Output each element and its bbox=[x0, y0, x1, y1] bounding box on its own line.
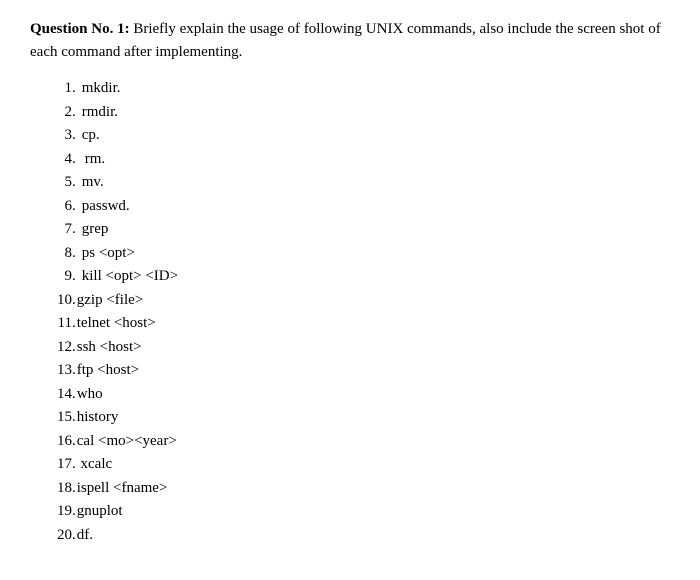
list-item: 7.grep bbox=[52, 218, 670, 241]
list-item: 14.who bbox=[52, 383, 670, 406]
list-item: 4.rm. bbox=[52, 148, 670, 171]
command-text: xcalc bbox=[76, 456, 112, 472]
item-number: 2 bbox=[52, 101, 72, 124]
list-item: 13.ftp <host> bbox=[52, 359, 670, 382]
list-item: 19.gnuplot bbox=[52, 500, 670, 523]
command-text: df. bbox=[76, 527, 93, 543]
command-list: 1.mkdir.2.rmdir.3.cp.4.rm.5.mv.6.passwd.… bbox=[30, 77, 670, 546]
command-text: telnet <host> bbox=[76, 315, 156, 331]
list-item: 3.cp. bbox=[52, 124, 670, 147]
list-item: 2.rmdir. bbox=[52, 101, 670, 124]
command-text: ssh <host> bbox=[76, 339, 142, 355]
item-number: 16 bbox=[52, 430, 72, 453]
command-text: gnuplot bbox=[76, 503, 123, 519]
command-text: ps <opt> bbox=[76, 245, 135, 261]
item-number: 11 bbox=[52, 312, 72, 335]
command-text: kill <opt> <ID> bbox=[76, 268, 178, 284]
item-number: 7 bbox=[52, 218, 72, 241]
item-number: 12 bbox=[52, 336, 72, 359]
command-text: rmdir. bbox=[76, 104, 118, 120]
list-item: 16.cal <mo><year> bbox=[52, 430, 670, 453]
list-item: 11.telnet <host> bbox=[52, 312, 670, 335]
item-number: 6 bbox=[52, 195, 72, 218]
item-number: 10 bbox=[52, 289, 72, 312]
command-text: who bbox=[76, 386, 103, 402]
item-number: 19 bbox=[52, 500, 72, 523]
command-text: history bbox=[76, 409, 119, 425]
item-number: 1 bbox=[52, 77, 72, 100]
question-heading: Question No. 1: Briefly explain the usag… bbox=[30, 18, 670, 63]
item-number: 17 bbox=[52, 453, 72, 476]
list-item: 1.mkdir. bbox=[52, 77, 670, 100]
command-text: gzip <file> bbox=[76, 292, 143, 308]
item-number: 18 bbox=[52, 477, 72, 500]
command-text: mkdir. bbox=[76, 80, 121, 96]
item-number: 13 bbox=[52, 359, 72, 382]
command-text: ispell <fname> bbox=[76, 480, 168, 496]
command-text: cp. bbox=[76, 127, 100, 143]
item-number: 14 bbox=[52, 383, 72, 406]
item-number: 3 bbox=[52, 124, 72, 147]
list-item: 20.df. bbox=[52, 524, 670, 547]
list-item: 18.ispell <fname> bbox=[52, 477, 670, 500]
item-number: 4 bbox=[52, 148, 72, 171]
item-number: 15 bbox=[52, 406, 72, 429]
list-item: 17. xcalc bbox=[52, 453, 670, 476]
command-text: ftp <host> bbox=[76, 362, 139, 378]
item-number: 8 bbox=[52, 242, 72, 265]
command-text: cal <mo><year> bbox=[76, 433, 177, 449]
list-item: 12.ssh <host> bbox=[52, 336, 670, 359]
command-text: grep bbox=[76, 221, 109, 237]
list-item: 9.kill <opt> <ID> bbox=[52, 265, 670, 288]
list-item: 15.history bbox=[52, 406, 670, 429]
list-item: 10.gzip <file> bbox=[52, 289, 670, 312]
item-number: 20 bbox=[52, 524, 72, 547]
question-label: Question No. 1: bbox=[30, 21, 130, 37]
list-item: 8.ps <opt> bbox=[52, 242, 670, 265]
item-number: 9 bbox=[52, 265, 72, 288]
command-text: passwd. bbox=[76, 198, 130, 214]
command-text: mv. bbox=[76, 174, 104, 190]
item-number: 5 bbox=[52, 171, 72, 194]
list-item: 6.passwd. bbox=[52, 195, 670, 218]
command-text: rm. bbox=[76, 151, 105, 167]
list-item: 5.mv. bbox=[52, 171, 670, 194]
